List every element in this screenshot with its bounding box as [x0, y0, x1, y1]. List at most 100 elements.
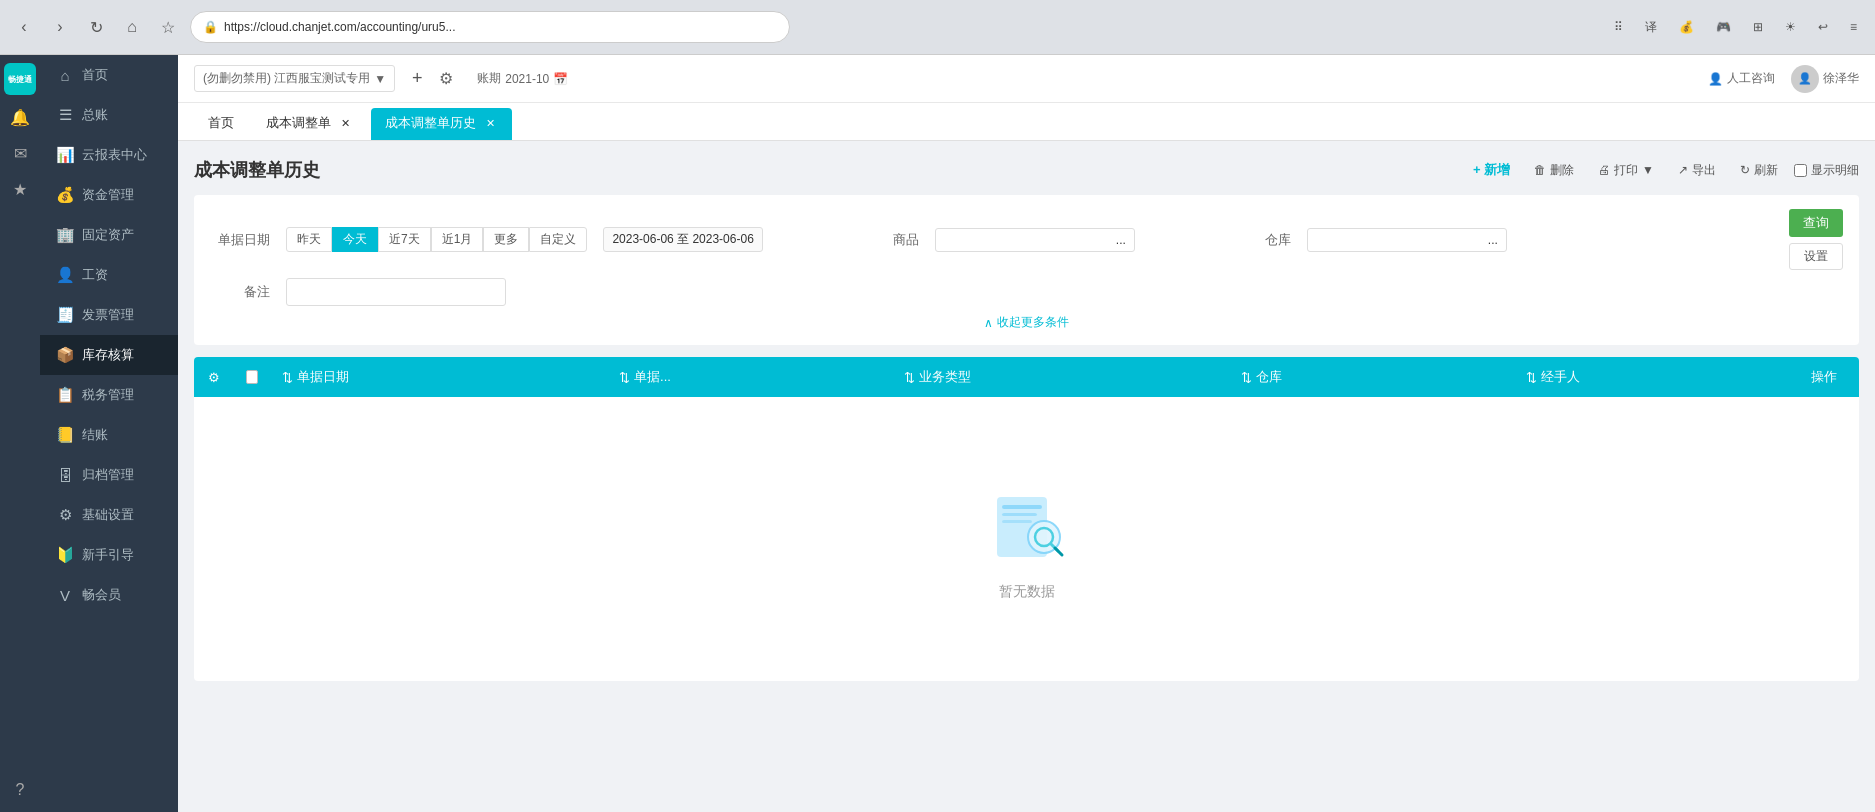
filter-row-remark: 备注 — [210, 278, 1843, 306]
sidebar-label-tax: 税务管理 — [82, 386, 134, 404]
sort-warehouse-icon: ⇅ — [1241, 370, 1252, 385]
forward-button[interactable]: › — [46, 13, 74, 41]
th-num[interactable]: ⇅ 单据... — [607, 368, 892, 386]
sidebar-item-vip[interactable]: V 畅会员 — [40, 575, 178, 615]
sidebar-item-finance[interactable]: 💰 资金管理 — [40, 175, 178, 215]
sidebar-item-home[interactable]: ⌂ 首页 — [40, 55, 178, 95]
collapse-up-icon: ∧ — [984, 316, 993, 330]
sidebar-item-ledger[interactable]: ☰ 总账 — [40, 95, 178, 135]
consult-label: 人工咨询 — [1727, 70, 1775, 87]
extension-btn[interactable]: ⠿ — [1606, 16, 1631, 38]
consult-btn[interactable]: 👤 人工咨询 — [1708, 70, 1775, 87]
remark-input[interactable] — [286, 278, 506, 306]
empty-svg — [982, 477, 1072, 567]
sidebar-label-home: 首页 — [82, 66, 108, 84]
date-btn-yesterday[interactable]: 昨天 — [286, 227, 332, 252]
query-button[interactable]: 查询 — [1789, 209, 1843, 237]
sidebar-item-reports[interactable]: 📊 云报表中心 — [40, 135, 178, 175]
th-warehouse[interactable]: ⇅ 仓库 — [1229, 368, 1514, 386]
add-button[interactable]: + 新增 — [1465, 157, 1518, 183]
wallet-btn[interactable]: 💰 — [1671, 16, 1702, 38]
date-btn-custom[interactable]: 自定义 — [529, 227, 587, 252]
workspace-selector[interactable]: (勿删勿禁用) 江西服宝测试专用 ▼ — [194, 65, 395, 92]
th-date[interactable]: ⇅ 单据日期 — [270, 368, 607, 386]
sidebar-item-archive[interactable]: 🗄 归档管理 — [40, 455, 178, 495]
tab-cost-adjustment-close[interactable]: ✕ — [337, 115, 353, 131]
goods-select[interactable]: ... — [935, 228, 1135, 252]
notification-icon[interactable]: 🔔 — [6, 103, 34, 131]
undo-btn[interactable]: ↩ — [1810, 16, 1836, 38]
tab-cost-adjustment[interactable]: 成本调整单 ✕ — [252, 108, 367, 140]
date-btn-today[interactable]: 今天 — [332, 227, 378, 252]
refresh-button[interactable]: ↻ 刷新 — [1732, 158, 1786, 183]
print-button[interactable]: 🖨 打印 ▼ — [1590, 158, 1662, 183]
th-type[interactable]: ⇅ 业务类型 — [892, 368, 1229, 386]
filter-row-date: 单据日期 昨天 今天 近7天 近1月 更多 自定义 2023-06-06 至 2… — [210, 209, 1843, 270]
sidebar-item-inventory[interactable]: 📦 库存核算 — [40, 335, 178, 375]
reload-button[interactable]: ↻ — [82, 13, 110, 41]
game-btn[interactable]: 🎮 — [1708, 16, 1739, 38]
sidebar-label-settings: 基础设置 — [82, 506, 134, 524]
help-icon[interactable]: ? — [6, 776, 34, 804]
svg-rect-3 — [1002, 520, 1032, 523]
collapse-button[interactable]: ∧ 收起更多条件 — [984, 314, 1069, 331]
add-workspace-btn[interactable]: + — [403, 65, 431, 93]
th-checkbox[interactable] — [234, 370, 270, 384]
date-btn-1month[interactable]: 近1月 — [431, 227, 484, 252]
reports-icon: 📊 — [56, 146, 74, 164]
sidebar-label-inventory: 库存核算 — [82, 346, 134, 364]
warehouse-filter-label: 仓库 — [1231, 231, 1291, 249]
sidebar-label-vip: 畅会员 — [82, 586, 121, 604]
th-handler[interactable]: ⇅ 经手人 — [1514, 368, 1799, 386]
sidebar-item-guide[interactable]: 🔰 新手引导 — [40, 535, 178, 575]
back-button[interactable]: ‹ — [10, 13, 38, 41]
page-actions: + 新增 🗑 删除 🖨 打印 ▼ ↗ 导出 ↻ — [1465, 157, 1859, 183]
date-range-display[interactable]: 2023-06-06 至 2023-06-06 — [603, 227, 762, 252]
delete-button[interactable]: 🗑 删除 — [1526, 158, 1582, 183]
sidebar-item-settings[interactable]: ⚙ 基础设置 — [40, 495, 178, 535]
sidebar-label-finance: 资金管理 — [82, 186, 134, 204]
sidebar: ⌂ 首页 ☰ 总账 📊 云报表中心 💰 资金管理 🏢 固定资产 👤 工资 🧾 发… — [40, 55, 178, 812]
settings-filter-button[interactable]: 设置 — [1789, 243, 1843, 270]
display-cols-checkbox-label[interactable]: 显示明细 — [1794, 162, 1859, 179]
filter-card: 单据日期 昨天 今天 近7天 近1月 更多 自定义 2023-06-06 至 2… — [194, 195, 1859, 345]
sidebar-item-invoice[interactable]: 🧾 发票管理 — [40, 295, 178, 335]
date-btn-7days[interactable]: 近7天 — [378, 227, 431, 252]
brand-logo: 畅捷通 — [4, 63, 36, 95]
svg-line-7 — [1055, 548, 1062, 555]
select-all-checkbox[interactable] — [246, 370, 258, 384]
menu-btn[interactable]: ≡ — [1842, 16, 1865, 38]
warehouse-select[interactable]: ... — [1307, 228, 1507, 252]
page-title: 成本调整单历史 — [194, 158, 320, 182]
star-icon[interactable]: ★ — [6, 175, 34, 203]
gear-settings-icon[interactable]: ⚙ — [439, 69, 453, 88]
sidebar-label-close-accounts: 结账 — [82, 426, 108, 444]
sidebar-item-close-accounts[interactable]: 📒 结账 — [40, 415, 178, 455]
sidebar-label-invoice: 发票管理 — [82, 306, 134, 324]
address-bar[interactable]: 🔒 https://cloud.chanjet.com/accounting/u… — [190, 11, 790, 43]
calendar-icon: 📅 — [553, 72, 568, 86]
sidebar-item-salary[interactable]: 👤 工资 — [40, 255, 178, 295]
translate-btn[interactable]: 译 — [1637, 15, 1665, 40]
home-button[interactable]: ⌂ — [118, 13, 146, 41]
tab-cost-adjustment-history[interactable]: 成本调整单历史 ✕ — [371, 108, 512, 140]
sidebar-item-assets[interactable]: 🏢 固定资产 — [40, 215, 178, 255]
export-button[interactable]: ↗ 导出 — [1670, 158, 1724, 183]
period-selector[interactable]: 账期 2021-10 📅 — [477, 70, 568, 87]
display-cols-checkbox[interactable] — [1794, 164, 1807, 177]
user-info-btn[interactable]: 👤 徐泽华 — [1791, 65, 1859, 93]
sidebar-item-tax[interactable]: 📋 税务管理 — [40, 375, 178, 415]
th-settings[interactable]: ⚙ — [194, 370, 234, 385]
tab-home[interactable]: 首页 — [194, 108, 248, 140]
bookmark-button[interactable]: ☆ — [154, 13, 182, 41]
grid-btn[interactable]: ⊞ — [1745, 16, 1771, 38]
remark-filter-label: 备注 — [210, 283, 270, 301]
guide-icon: 🔰 — [56, 546, 74, 564]
message-icon[interactable]: ✉ — [6, 139, 34, 167]
header-right: 👤 人工咨询 👤 徐泽华 — [1708, 65, 1859, 93]
main-content: (勿删勿禁用) 江西服宝测试专用 ▼ + ⚙ 账期 2021-10 📅 👤 人工… — [178, 55, 1875, 812]
settings-btn[interactable]: ☀ — [1777, 16, 1804, 38]
date-btn-more[interactable]: 更多 — [483, 227, 529, 252]
browser-right-tools: ⠿ 译 💰 🎮 ⊞ ☀ ↩ ≡ — [1606, 15, 1865, 40]
tab-cost-adjustment-history-close[interactable]: ✕ — [482, 115, 498, 131]
